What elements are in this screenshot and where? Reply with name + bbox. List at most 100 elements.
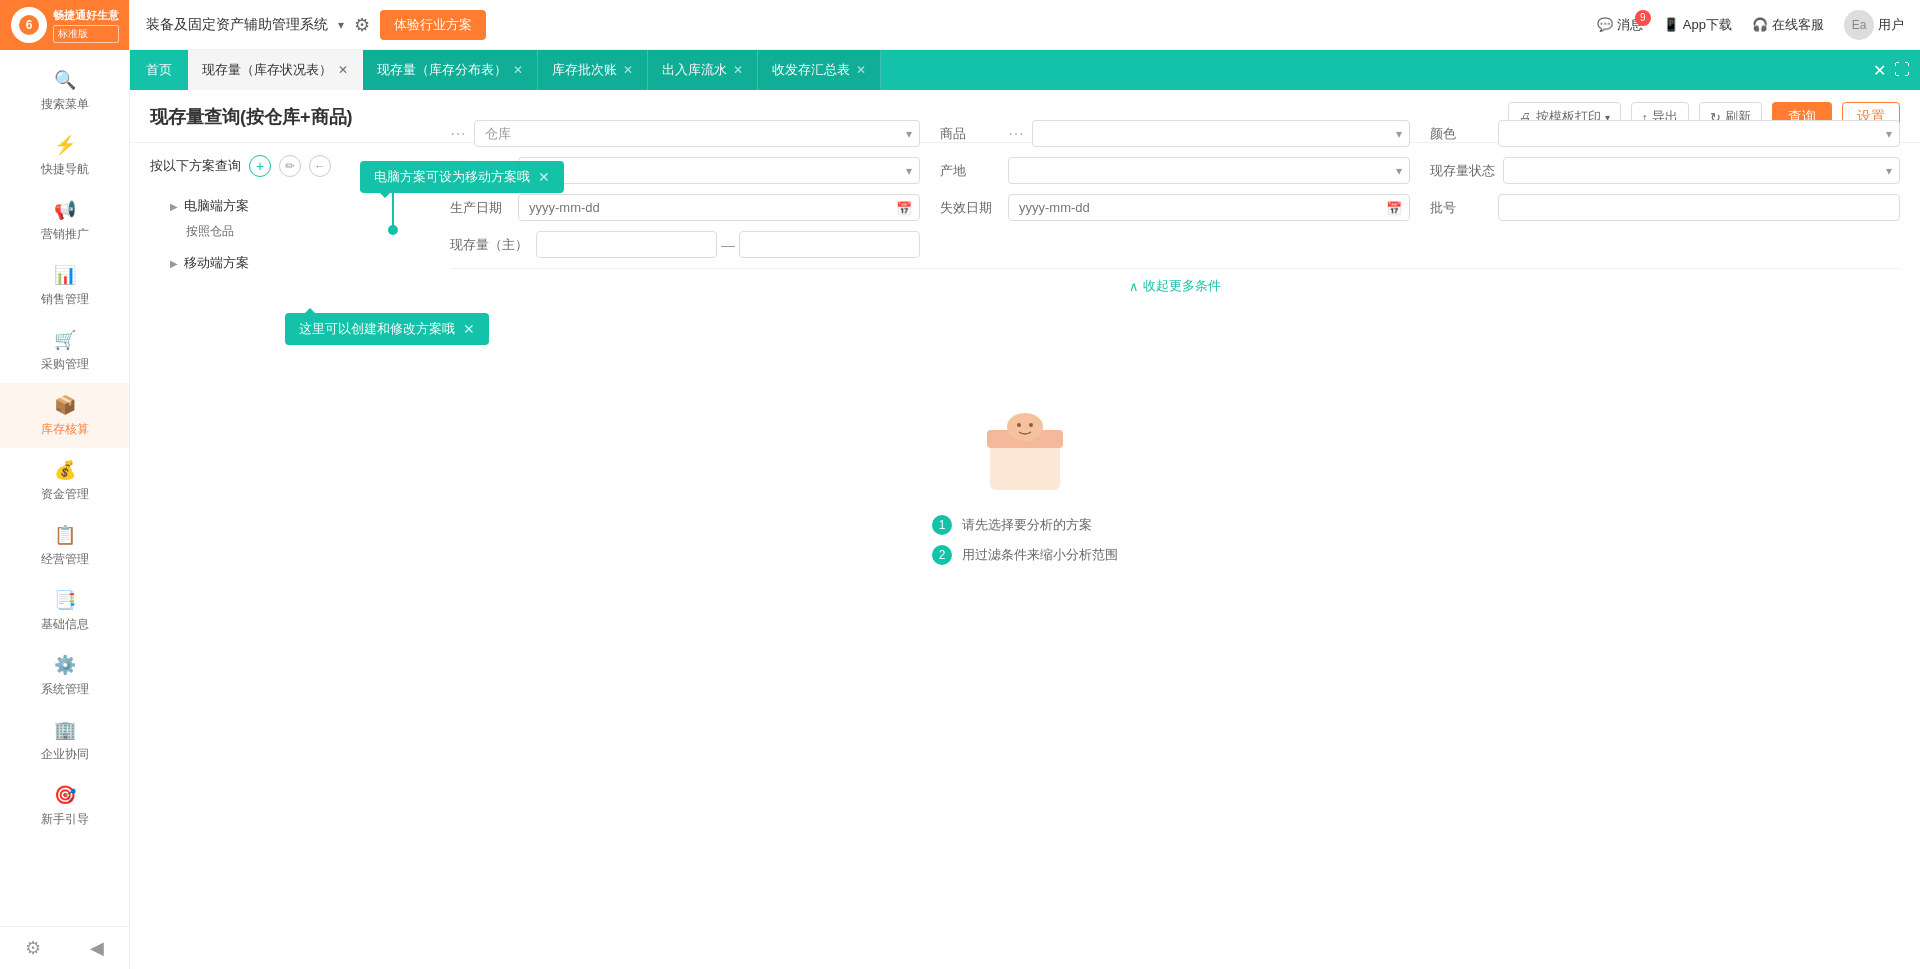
logo-area: 6 畅捷通好生意 标准版 [0,0,129,50]
stock-qty-from[interactable] [536,231,717,258]
nav-label-quick: 快捷导航 [41,161,89,178]
batch-label: 批号 [1430,199,1490,217]
sidebar-item-inventory[interactable]: 📦 库存核算 [0,383,129,448]
online-support-action[interactable]: 🎧 在线客服 [1752,16,1824,34]
tab-home[interactable]: 首页 [130,50,188,90]
color-label: 颜色 [1430,125,1490,143]
sidebar-item-operation[interactable]: 📋 经营管理 [0,513,129,578]
stock-qty-to[interactable] [739,231,920,258]
sidebar-item-marketing[interactable]: 📢 营销推广 [0,188,129,253]
app-download-action[interactable]: 📱 App下载 [1663,16,1732,34]
chevron-up-icon: ∧ [1129,279,1139,294]
tab-inventory-dist[interactable]: 现存量（库存分布表） ✕ [363,50,538,90]
warehouse-select[interactable]: 仓库 [474,120,920,147]
color-select[interactable] [1498,120,1900,147]
tab-batch-ledger-label: 库存批次账 [552,61,617,79]
user-action[interactable]: Ea 用户 [1844,10,1904,40]
empty-illustration [965,395,1085,495]
avatar-text: Ea [1852,18,1867,32]
header-left: 装备及固定资产辅助管理系统 ▾ ⚙ 体验行业方案 [146,10,486,40]
tab-collect-summary[interactable]: 收发存汇总表 ✕ [758,50,881,90]
status-label: 现存量状态 [1430,162,1495,180]
marketing-icon: 📢 [53,198,77,222]
goods-select-wrap [1032,120,1410,147]
tab-batch-ledger[interactable]: 库存批次账 ✕ [538,50,648,90]
phone-icon: 📱 [1663,17,1679,32]
nav-label-guide: 新手引导 [41,811,89,828]
size-select[interactable] [518,157,920,184]
system-icon: ⚙️ [53,653,77,677]
app-download-label: App下载 [1683,16,1732,34]
step2-label: 用过滤条件来缩小分析范围 [962,546,1118,564]
edit-scheme-btn[interactable]: ✏ [279,155,301,177]
header-settings-icon[interactable]: ⚙ [354,14,370,36]
settings-gear-icon[interactable]: ⚙ [25,937,41,959]
sidebar-item-guide[interactable]: 🎯 新手引导 [0,773,129,838]
prod-date-input[interactable] [518,194,920,221]
collapse-bar[interactable]: ∧ 收起更多条件 [450,268,1900,303]
trial-button[interactable]: 体验行业方案 [380,10,486,40]
origin-select[interactable] [1008,157,1410,184]
guide-icon: 🎯 [53,783,77,807]
nav-label-operation: 经营管理 [41,551,89,568]
tab-close-inout-flow[interactable]: ✕ [733,63,743,77]
expire-date-wrap [1008,194,1410,221]
tab-home-label: 首页 [146,61,172,79]
finance-icon: 💰 [53,458,77,482]
tab-inventory-status[interactable]: 现存量（库存状况表） ✕ [188,50,363,90]
search-icon: 🔍 [53,68,77,92]
expire-date-input[interactable] [1008,194,1410,221]
empty-svg [965,395,1085,495]
system-name: 装备及固定资产辅助管理系统 [146,16,328,34]
tab-close-batch-ledger[interactable]: ✕ [623,63,633,77]
basic-icon: 📑 [53,588,77,612]
batch-input[interactable] [1498,194,1900,221]
tab-close-collect-summary[interactable]: ✕ [856,63,866,77]
tooltip2-close[interactable]: ✕ [463,321,475,337]
logo-icon: 6 [11,7,47,43]
sidebar-item-quick[interactable]: ⚡ 快捷导航 [0,123,129,188]
notification-action[interactable]: 💬 9 消息 [1597,16,1643,34]
goods-label: 商品 [940,125,1000,143]
sidebar-item-sales[interactable]: 📊 销售管理 [0,253,129,318]
purchase-icon: 🛒 [53,328,77,352]
sidebar-item-basic[interactable]: 📑 基础信息 [0,578,129,643]
tab-close-all-icon[interactable]: ✕ [1873,61,1886,80]
sidebar-item-finance[interactable]: 💰 资金管理 [0,448,129,513]
tab-inout-flow[interactable]: 出入库流水 ✕ [648,50,758,90]
system-dropdown-icon[interactable]: ▾ [338,18,344,32]
sidebar-item-purchase[interactable]: 🛒 采购管理 [0,318,129,383]
sidebar: 6 畅捷通好生意 标准版 🔍 搜索菜单 ⚡ 快捷导航 📢 营销推广 📊 销售管理… [0,0,130,969]
tab-inout-flow-label: 出入库流水 [662,61,727,79]
status-select[interactable] [1503,157,1900,184]
goods-select[interactable] [1032,120,1410,147]
tab-expand-icon[interactable]: ⛶ [1894,61,1910,79]
sales-icon: 📊 [53,263,77,287]
collapse-sidebar-icon[interactable]: ◀ [90,937,104,959]
add-scheme-btn[interactable]: + [249,155,271,177]
tooltip1-close[interactable]: ✕ [538,169,550,185]
sidebar-item-enterprise[interactable]: 🏢 企业协同 [0,708,129,773]
back-arrow-btn[interactable]: ← [309,155,331,177]
tab-close-inventory-status[interactable]: ✕ [338,63,348,77]
tab-close-inventory-dist[interactable]: ✕ [513,63,523,77]
empty-step-2: 2 用过滤条件来缩小分析范围 [932,545,1118,565]
prod-date-wrap [518,194,920,221]
warehouse-select-wrap: 仓库 [474,120,920,147]
color-select-wrap [1498,120,1900,147]
user-label: 用户 [1878,16,1904,34]
quick-icon: ⚡ [53,133,77,157]
tooltip-create-scheme: 这里可以创建和修改方案哦 ✕ [285,313,489,345]
range-separator: — [721,237,735,253]
filter-row-goods: 商品 ⋯ [940,120,1410,147]
warehouse-dots[interactable]: ⋯ [450,124,466,143]
inventory-icon: 📦 [53,393,77,417]
sidebar-item-system[interactable]: ⚙️ 系统管理 [0,643,129,708]
goods-dots[interactable]: ⋯ [1008,124,1024,143]
origin-label: 产地 [940,162,1000,180]
prod-date-label: 生产日期 [450,199,510,217]
nav-label-search: 搜索菜单 [41,96,89,113]
filter-row-origin: 产地 [940,157,1410,184]
sidebar-item-search[interactable]: 🔍 搜索菜单 [0,58,129,123]
tree-arrow-desktop: ▶ [170,201,178,212]
